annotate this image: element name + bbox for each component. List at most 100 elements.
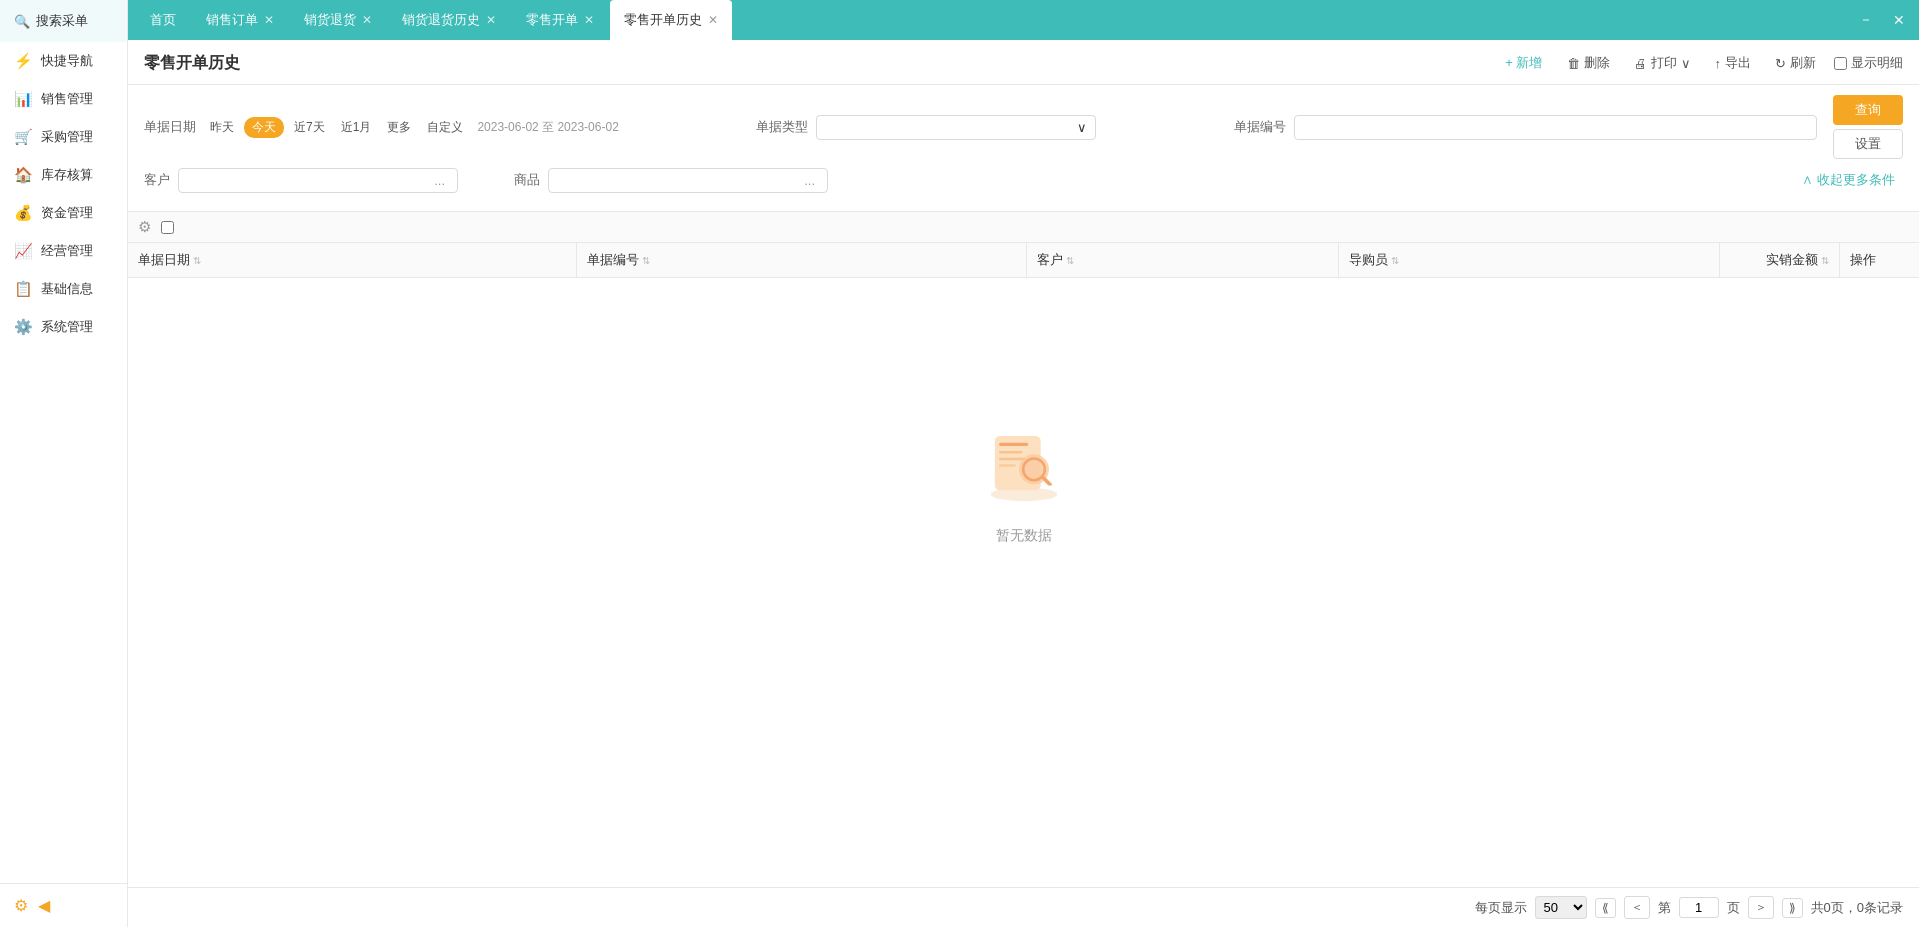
print-button[interactable]: 🖨 打印 ∨ (1628, 50, 1697, 76)
empty-text: 暂无数据 (996, 527, 1052, 545)
product-filter-group: 商品 ... (514, 168, 828, 193)
col-salesperson[interactable]: 导购员 ⇅ (1338, 243, 1719, 278)
col-number-sort[interactable]: 单据编号 ⇅ (587, 251, 650, 269)
date-label: 单据日期 (144, 118, 196, 136)
settings-button[interactable]: 设置 (1833, 129, 1903, 159)
tab-bar-right: － ✕ (1853, 9, 1911, 31)
page-header: 零售开单历史 + 新增 🗑 删除 🖨 打印 ∨ ↑ 导出 (128, 40, 1919, 85)
sort-icon-customer: ⇅ (1066, 255, 1074, 266)
sidebar-item-label: 基础信息 (41, 280, 93, 298)
delete-button[interactable]: 🗑 删除 (1561, 50, 1616, 76)
date-custom[interactable]: 自定义 (421, 117, 469, 138)
tab-bar: 首页 销售订单 ✕ 销货退货 ✕ 销货退货历史 ✕ 零售开单 ✕ 零售开单历史 … (128, 0, 1919, 40)
display-detail-label: 显示明细 (1851, 54, 1903, 72)
next-page-btn[interactable]: ＞ (1748, 896, 1774, 919)
sort-icon-date: ⇅ (193, 255, 201, 266)
tab-home[interactable]: 首页 (136, 0, 190, 40)
tab-sales-return-history[interactable]: 销货退货历史 ✕ (388, 0, 510, 40)
sidebar-item-inventory[interactable]: 🏠 库存核算 (0, 156, 127, 194)
sidebar-item-quick-nav[interactable]: ⚡ 快捷导航 (0, 42, 127, 80)
display-detail-checkbox[interactable] (1834, 57, 1847, 70)
main-area: 首页 销售订单 ✕ 销货退货 ✕ 销货退货历史 ✕ 零售开单 ✕ 零售开单历史 … (128, 0, 1919, 927)
page-suffix: 页 (1727, 899, 1740, 917)
col-date[interactable]: 单据日期 ⇅ (128, 243, 576, 278)
tab-sales-return-history-label: 销货退货历史 (402, 11, 480, 29)
collapse-icon[interactable]: ◀ (38, 896, 50, 915)
query-button[interactable]: 查询 (1833, 95, 1903, 125)
export-label: 导出 (1725, 54, 1751, 72)
sidebar-item-sales-mgmt[interactable]: 📊 销售管理 (0, 80, 127, 118)
sidebar-item-operations[interactable]: 📈 经营管理 (0, 232, 127, 270)
col-customer-sort[interactable]: 客户 ⇅ (1037, 251, 1074, 269)
col-amount-sort[interactable]: 实销金额 ⇅ (1766, 251, 1829, 269)
svg-rect-3 (999, 451, 1022, 454)
close-btn[interactable]: ✕ (1887, 10, 1911, 30)
basic-info-icon: 📋 (14, 280, 33, 298)
col-amount[interactable]: 实销金额 ⇅ (1719, 243, 1839, 278)
date-yesterday[interactable]: 昨天 (204, 117, 240, 138)
finance-icon: 💰 (14, 204, 33, 222)
tab-sales-order-close[interactable]: ✕ (264, 13, 274, 27)
sidebar-bottom: ⚙ ◀ (0, 883, 127, 927)
col-customer-label: 客户 (1037, 251, 1063, 269)
doc-type-select[interactable]: ∨ (816, 115, 1096, 140)
tab-retail-history-close[interactable]: ✕ (708, 13, 718, 27)
tab-sales-return[interactable]: 销货退货 ✕ (290, 0, 386, 40)
product-select[interactable]: ... (548, 168, 828, 193)
last-page-btn[interactable]: ⟫ (1782, 898, 1803, 918)
delete-label: 删除 (1584, 54, 1610, 72)
data-table: 单据日期 ⇅ 单据编号 ⇅ 客户 (128, 243, 1919, 278)
sidebar-search[interactable]: 🔍 搜索采单 (0, 0, 127, 42)
refresh-button[interactable]: ↻ 刷新 (1769, 50, 1822, 76)
table-header-row: 单据日期 ⇅ 单据编号 ⇅ 客户 (128, 243, 1919, 278)
tab-retail-history-label: 零售开单历史 (624, 11, 702, 29)
table-container: ⚙ 单据日期 ⇅ 单据编号 (128, 212, 1919, 887)
col-action: 操作 (1839, 243, 1919, 278)
tab-retail-open-close[interactable]: ✕ (584, 13, 594, 27)
col-action-label: 操作 (1850, 252, 1876, 267)
sidebar-item-finance[interactable]: 💰 资金管理 (0, 194, 127, 232)
table-settings-icon[interactable]: ⚙ (138, 218, 151, 236)
per-page-select[interactable]: 50 10 20 100 (1535, 896, 1587, 919)
more-conditions-btn[interactable]: ∧ 收起更多条件 (1794, 167, 1903, 193)
minimize-btn[interactable]: － (1853, 9, 1879, 31)
page-input[interactable] (1679, 897, 1719, 918)
tab-sales-return-close[interactable]: ✕ (362, 13, 372, 27)
sidebar-item-purchase-mgmt[interactable]: 🛒 采购管理 (0, 118, 127, 156)
customer-select[interactable]: ... (178, 168, 458, 193)
print-arrow-icon: ∨ (1681, 56, 1691, 71)
date-today[interactable]: 今天 (244, 117, 284, 138)
tab-retail-history[interactable]: 零售开单历史 ✕ (610, 0, 732, 40)
first-page-btn[interactable]: ⟪ (1595, 898, 1616, 918)
display-detail-toggle[interactable]: 显示明细 (1834, 54, 1903, 72)
export-button[interactable]: ↑ 导出 (1709, 50, 1758, 76)
sidebar-item-system[interactable]: ⚙️ 系统管理 (0, 308, 127, 346)
col-date-sort[interactable]: 单据日期 ⇅ (138, 251, 201, 269)
doc-number-input[interactable] (1294, 115, 1817, 140)
date-1month[interactable]: 近1月 (335, 117, 378, 138)
filter-actions: 查询 设置 (1833, 95, 1903, 159)
select-all-checkbox[interactable] (161, 221, 174, 234)
date-shortcuts: 昨天 今天 近7天 近1月 更多 自定义 (204, 117, 469, 138)
sidebar-search-label: 搜索采单 (36, 12, 88, 30)
date-more[interactable]: 更多 (381, 117, 417, 138)
col-number-label: 单据编号 (587, 251, 639, 269)
filter-row-1: 单据日期 昨天 今天 近7天 近1月 更多 自定义 2023-06-02 至 2… (144, 95, 1903, 159)
add-button[interactable]: + 新增 (1499, 50, 1548, 76)
sidebar: 🔍 搜索采单 ⚡ 快捷导航 📊 销售管理 🛒 采购管理 🏠 库存核算 💰 资金管… (0, 0, 128, 927)
customer-label: 客户 (144, 171, 170, 189)
settings-bottom-icon[interactable]: ⚙ (14, 896, 28, 915)
sort-icon-amount: ⇅ (1821, 255, 1829, 266)
col-customer[interactable]: 客户 ⇅ (1027, 243, 1338, 278)
sidebar-item-basic-info[interactable]: 📋 基础信息 (0, 270, 127, 308)
col-number[interactable]: 单据编号 ⇅ (576, 243, 1027, 278)
date-7days[interactable]: 近7天 (288, 117, 331, 138)
tab-sales-order[interactable]: 销售订单 ✕ (192, 0, 288, 40)
prev-page-btn[interactable]: ＜ (1624, 896, 1650, 919)
date-range-text: 2023-06-02 至 2023-06-02 (477, 119, 618, 136)
tab-sales-return-label: 销货退货 (304, 11, 356, 29)
tab-sales-return-history-close[interactable]: ✕ (486, 13, 496, 27)
col-amount-label: 实销金额 (1766, 251, 1818, 269)
tab-retail-open[interactable]: 零售开单 ✕ (512, 0, 608, 40)
col-salesperson-sort[interactable]: 导购员 ⇅ (1349, 251, 1399, 269)
